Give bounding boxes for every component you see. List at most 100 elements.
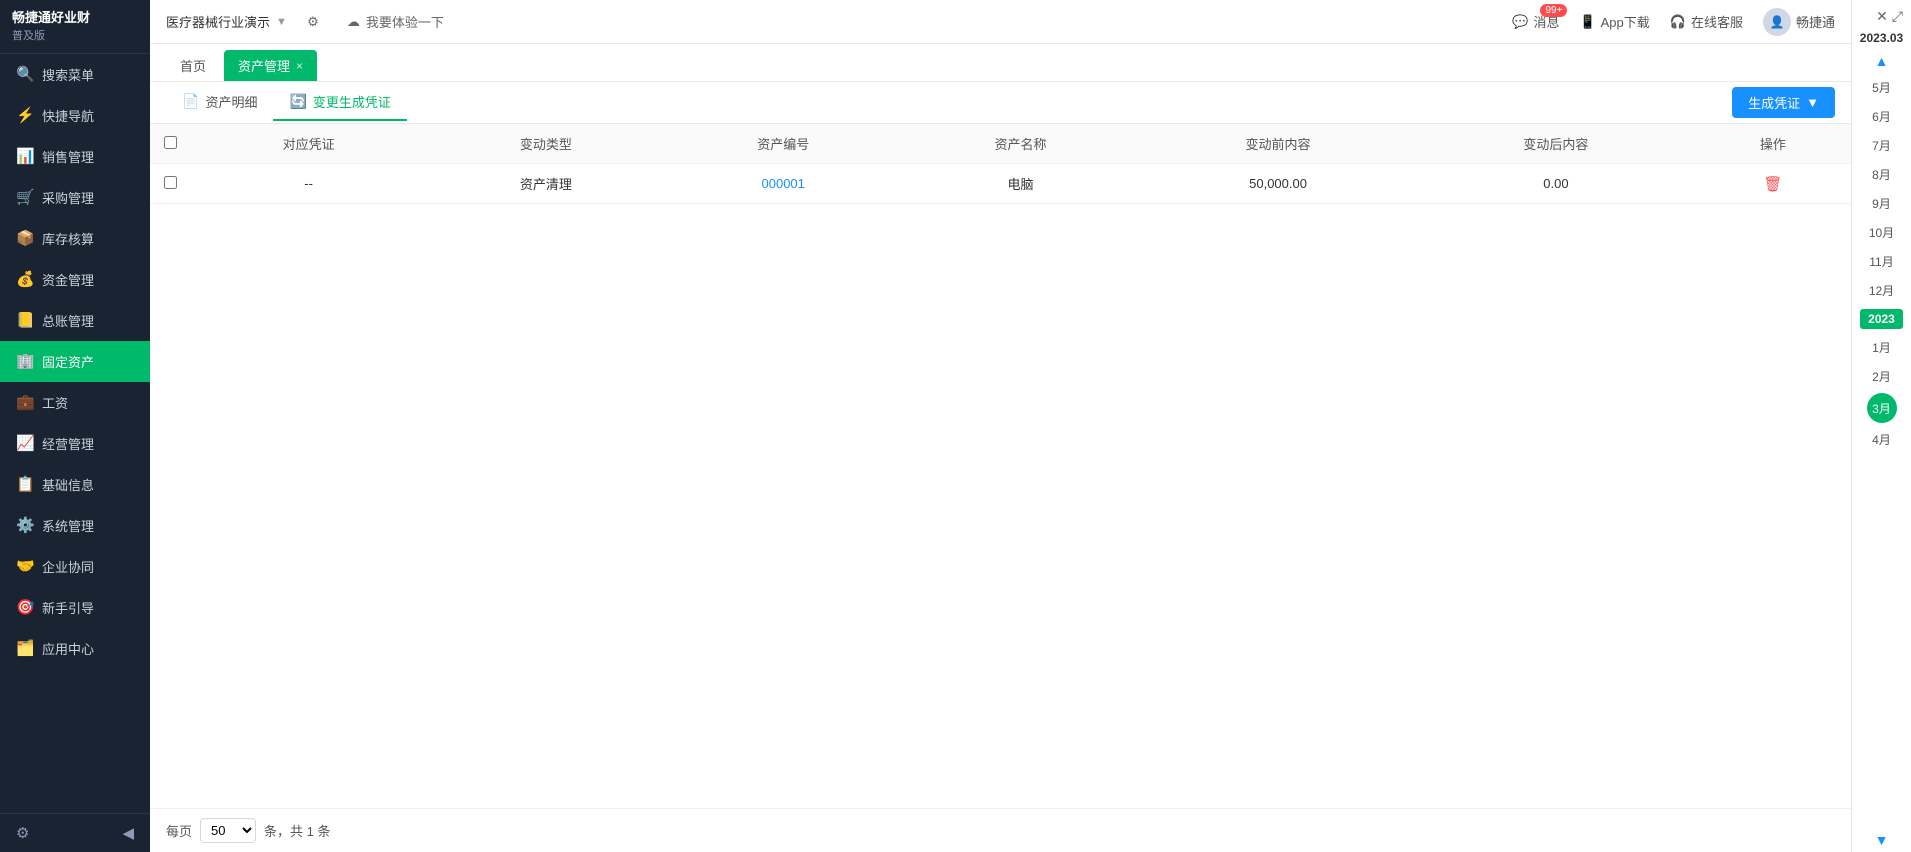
sidebar-item-inventory[interactable]: 📦 库存核算	[0, 218, 150, 259]
sidebar: 畅捷通好业财 普及版 🔍搜索菜单⚡快捷导航📊销售管理🛒采购管理📦库存核算💰资金管…	[0, 0, 150, 852]
cell-voucher: --	[190, 164, 427, 204]
generate-voucher-button[interactable]: 生成凭证 ▼	[1732, 87, 1835, 118]
timeline-month-2月[interactable]: 2月	[1852, 362, 1911, 391]
sidebar-item-enterprise[interactable]: 🤝企业协同	[0, 546, 150, 587]
sidebar-item-quick-nav[interactable]: ⚡快捷导航	[0, 95, 150, 136]
tab-home[interactable]: 首页	[166, 50, 220, 81]
timeline-down-arrow[interactable]: ▼	[1852, 828, 1911, 852]
app-download-button[interactable]: 📱 App下载	[1579, 12, 1649, 31]
sidebar-bottom: ⚙ ◀	[0, 813, 150, 852]
guide-icon: 🎯	[16, 598, 34, 616]
sub-tab-change-voucher[interactable]: 🔄 变更生成凭证	[273, 84, 406, 121]
list-icon: 📄	[182, 93, 199, 110]
sidebar-item-sales[interactable]: 📊销售管理	[0, 136, 150, 177]
delete-icon[interactable]: 🗑	[1763, 176, 1782, 193]
timeline-month-12月[interactable]: 12月	[1852, 276, 1911, 305]
purchase-icon: 🛒	[16, 188, 34, 206]
pagination-bar: 每页 50 10 20 100 条，共 1 条	[150, 808, 1851, 852]
user-name: 畅捷通	[1796, 12, 1835, 31]
sidebar-label-assets: 固定资产	[42, 352, 94, 371]
timeline-scroll: 5月6月7月8月9月10月11月12月 2023 1月2月3月4月	[1852, 73, 1911, 828]
timeline-month-5月[interactable]: 5月	[1852, 73, 1911, 102]
sidebar-label-search: 搜索菜单	[42, 65, 94, 84]
app-center-icon: 🗂️	[16, 639, 34, 657]
download-icon: 📱	[1579, 14, 1595, 30]
select-all-checkbox[interactable]	[164, 136, 177, 149]
generate-btn-label: 生成凭证	[1748, 93, 1800, 112]
timeline-month-11月[interactable]: 11月	[1852, 247, 1911, 276]
sidebar-item-assets[interactable]: 🏢固定资产	[0, 341, 150, 382]
col-after: 变动后内容	[1417, 124, 1695, 164]
row-checkbox[interactable]	[164, 176, 177, 189]
panel-expand-button[interactable]: ⤢	[1892, 8, 1903, 25]
timeline-month-8月[interactable]: 8月	[1852, 160, 1911, 189]
system-icon: ⚙️	[16, 516, 34, 534]
sidebar-label-basic-info: 基础信息	[42, 475, 94, 494]
customer-service-button[interactable]: 🎧 在线客服	[1670, 12, 1743, 31]
app-title: 畅捷通好业财	[12, 10, 90, 27]
sidebar-item-system[interactable]: ⚙️系统管理	[0, 505, 150, 546]
user-profile[interactable]: 👤 畅捷通	[1763, 8, 1835, 36]
timeline-month-10月[interactable]: 10月	[1852, 218, 1911, 247]
sidebar-label-quick-nav: 快捷导航	[42, 106, 94, 125]
sidebar-item-purchase[interactable]: 🛒采购管理	[0, 177, 150, 218]
sub-tab-asset-detail[interactable]: 📄 资产明细	[166, 84, 273, 121]
col-before: 变动前内容	[1139, 124, 1417, 164]
sidebar-item-basic-info[interactable]: 📋基础信息	[0, 464, 150, 505]
timeline-month-3月[interactable]: 3月	[1867, 393, 1897, 423]
tab-home-label: 首页	[180, 59, 206, 74]
timeline-month-4月[interactable]: 4月	[1852, 425, 1911, 454]
timeline-up-arrow[interactable]: ▲	[1852, 49, 1911, 73]
sidebar-label-operations: 经营管理	[42, 434, 94, 453]
inventory-icon: 📦	[16, 229, 34, 247]
funds-icon: 💰	[16, 270, 34, 288]
sidebar-label-inventory: 库存核算	[42, 229, 94, 248]
sub-tab1-label: 资产明细	[205, 92, 257, 111]
collapse-icon[interactable]: ◀	[122, 824, 134, 842]
settings-icon[interactable]: ⚙	[16, 824, 29, 842]
company-selector[interactable]: 医疗器械行业演示 ▼	[166, 12, 287, 31]
sidebar-label-funds: 资金管理	[42, 270, 94, 289]
select-all-header	[150, 124, 190, 164]
timeline-month-9月[interactable]: 9月	[1852, 189, 1911, 218]
tab-close-icon[interactable]: ×	[296, 59, 303, 73]
sidebar-label-sales: 销售管理	[42, 147, 94, 166]
operations-icon: 📈	[16, 434, 34, 452]
tab-bar: 首页 资产管理 ×	[150, 44, 1851, 82]
table-header: 对应凭证 变动类型 资产编号 资产名称 变动前内容 变动后内容 操作	[150, 124, 1851, 164]
sidebar-item-guide[interactable]: 🎯 新手引导	[0, 587, 150, 628]
sidebar-label-guide: 新手引导	[42, 598, 94, 617]
sub-tabs: 📄 资产明细 🔄 变更生成凭证	[166, 84, 407, 121]
timeline-month-6月[interactable]: 6月	[1852, 102, 1911, 131]
tab-asset-management[interactable]: 资产管理 ×	[224, 50, 317, 81]
sidebar-item-funds[interactable]: 💰 资金管理	[0, 259, 150, 300]
experience-label: 我要体验一下	[366, 12, 444, 31]
timeline-year-marker[interactable]: 2023	[1860, 309, 1903, 329]
timeline-year-title: 2023.03	[1852, 29, 1911, 49]
per-page-select[interactable]: 50 10 20 100	[200, 818, 256, 843]
sidebar-label-app-center: 应用中心	[42, 639, 94, 658]
total-label: 条，共 1 条	[264, 821, 330, 840]
sidebar-item-search[interactable]: 🔍搜索菜单	[0, 54, 150, 95]
sidebar-label-salary: 工资	[42, 393, 68, 412]
experience-button[interactable]: ☁ 我要体验一下	[347, 12, 444, 31]
enterprise-icon: 🤝	[16, 557, 34, 575]
col-action: 操作	[1695, 124, 1851, 164]
sidebar-item-operations[interactable]: 📈 经营管理	[0, 423, 150, 464]
settings-button[interactable]: ⚙	[299, 8, 327, 36]
timeline-month-7月[interactable]: 7月	[1852, 131, 1911, 160]
cell-before: 50,000.00	[1139, 164, 1417, 204]
sub-tab2-label: 变更生成凭证	[313, 92, 391, 111]
sidebar-item-salary[interactable]: 💼 工资	[0, 382, 150, 423]
panel-header: ✕ ⤢	[1852, 0, 1911, 29]
sidebar-item-ledger[interactable]: 📒总账管理	[0, 300, 150, 341]
company-name: 医疗器械行业演示	[166, 12, 270, 31]
panel-close-button[interactable]: ✕	[1876, 8, 1888, 25]
message-button[interactable]: 💬 消息 99+	[1512, 12, 1559, 31]
sidebar-item-app-center[interactable]: 🗂️ 应用中心	[0, 628, 150, 669]
table-container: 对应凭证 变动类型 资产编号 资产名称 变动前内容 变动后内容 操作	[150, 124, 1851, 808]
timeline-month-1月[interactable]: 1月	[1852, 333, 1911, 362]
salary-icon: 💼	[16, 393, 34, 411]
cell-asset-name: 电脑	[902, 164, 1139, 204]
ledger-icon: 📒	[16, 311, 34, 329]
